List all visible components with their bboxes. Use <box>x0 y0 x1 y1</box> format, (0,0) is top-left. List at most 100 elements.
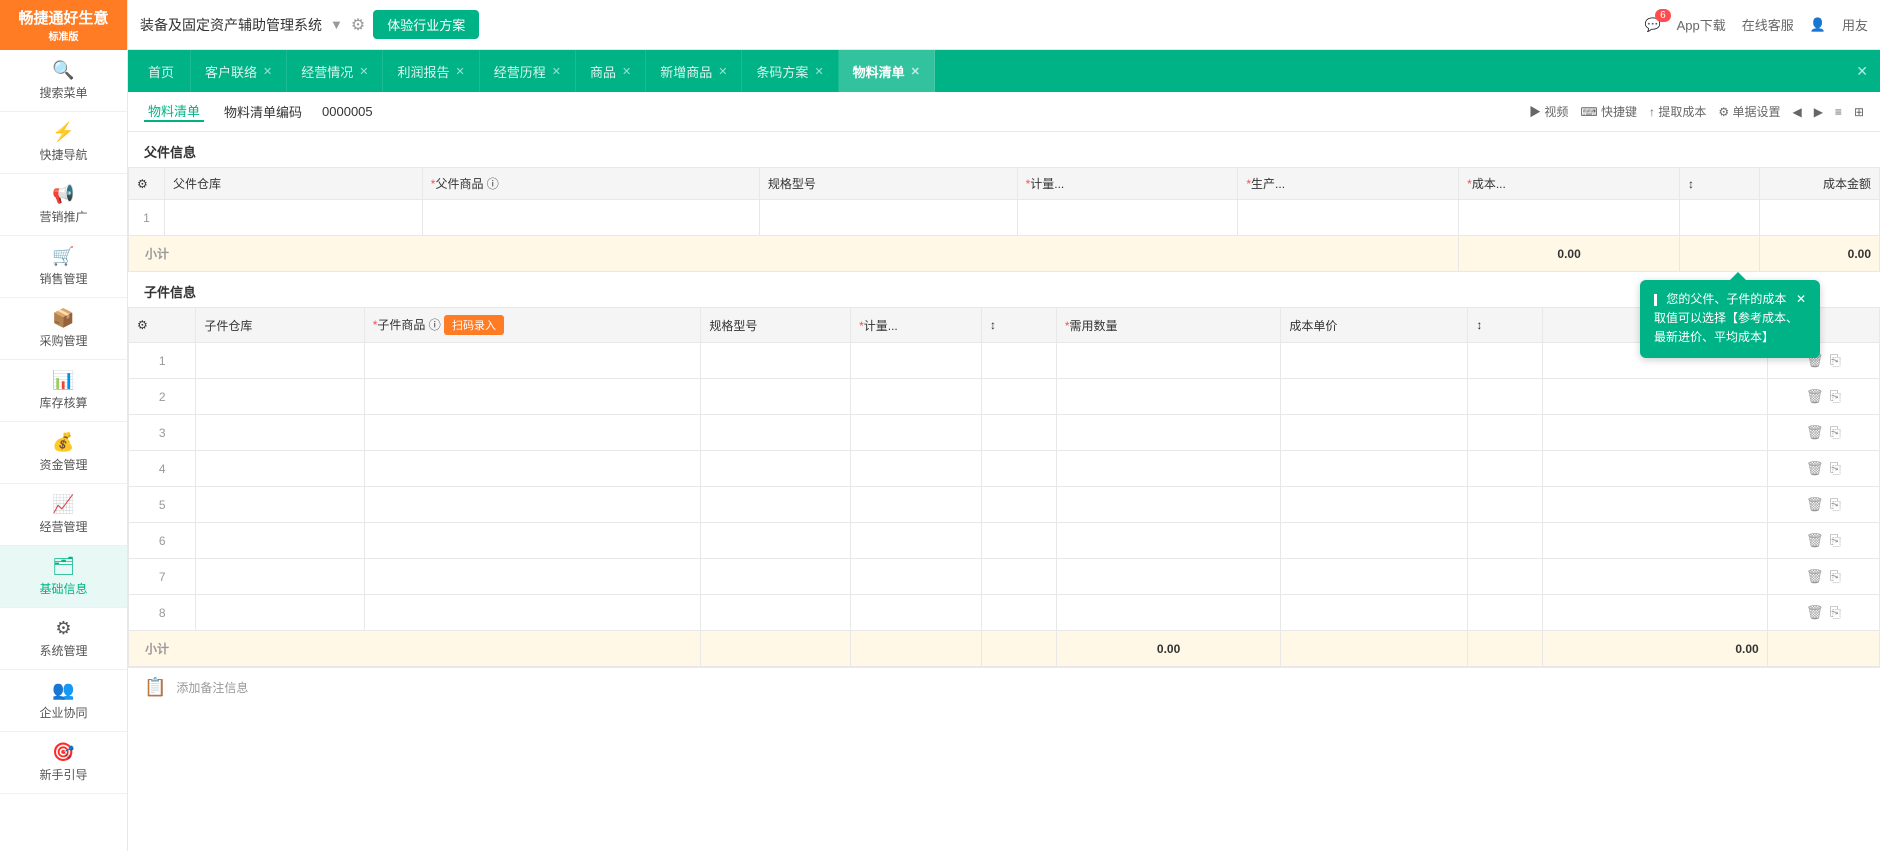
child-product-4[interactable] <box>364 451 701 487</box>
copy-icon-3[interactable]: ⎘ <box>1830 424 1841 441</box>
nav-tab-close-6[interactable]: ✕ <box>718 65 727 78</box>
delete-icon-3[interactable]: 🗑 <box>1806 424 1824 441</box>
doc-settings-action[interactable]: ⚙ 单据设置 <box>1718 103 1780 120</box>
child-warehouse-3[interactable] <box>196 415 364 451</box>
child-spec-2[interactable] <box>701 379 851 415</box>
copy-icon-1[interactable]: ⎘ <box>1830 352 1841 369</box>
parent-product-1[interactable] <box>422 200 759 236</box>
child-warehouse-2[interactable] <box>196 379 364 415</box>
copy-icon-5[interactable]: ⎘ <box>1830 496 1841 513</box>
child-unit-7[interactable] <box>851 559 982 595</box>
child-spec-7[interactable] <box>701 559 851 595</box>
video-action[interactable]: ▶ 视频 <box>1529 103 1568 120</box>
trial-button[interactable]: 体验行业方案 <box>373 10 479 39</box>
list-view-icon[interactable]: ≡ <box>1835 105 1842 119</box>
copy-icon-4[interactable]: ⎘ <box>1830 460 1841 477</box>
parent-col-settings[interactable]: ⚙ <box>129 168 165 200</box>
add-note-icon[interactable]: 📋 <box>144 677 166 698</box>
nav-tab-4[interactable]: 经营历程✕ <box>480 50 576 92</box>
nav-tab-2[interactable]: 经营情况✕ <box>287 50 383 92</box>
child-unit-price-7[interactable] <box>1281 559 1468 595</box>
sidebar-item-经营管理[interactable]: 📈经营管理 <box>0 484 127 546</box>
sidebar-item-系统管理[interactable]: ⚙系统管理 <box>0 608 127 670</box>
child-product-3[interactable] <box>364 415 701 451</box>
child-warehouse-4[interactable] <box>196 451 364 487</box>
sidebar-item-营销推广[interactable]: 📢营销推广 <box>0 174 127 236</box>
child-product-7[interactable] <box>364 559 701 595</box>
delete-icon-2[interactable]: 🗑 <box>1806 388 1824 405</box>
child-warehouse-5[interactable] <box>196 487 364 523</box>
child-spec-4[interactable] <box>701 451 851 487</box>
child-product-5[interactable] <box>364 487 701 523</box>
nav-tab-close-4[interactable]: ✕ <box>552 65 561 78</box>
grid-view-icon[interactable]: ⊞ <box>1854 105 1864 119</box>
child-unit-8[interactable] <box>851 595 982 631</box>
child-quantity-7[interactable] <box>1056 559 1280 595</box>
child-quantity-8[interactable] <box>1056 595 1280 631</box>
child-col-settings[interactable]: ⚙ <box>129 308 196 343</box>
child-quantity-3[interactable] <box>1056 415 1280 451</box>
copy-icon-6[interactable]: ⎘ <box>1830 532 1841 549</box>
nav-tab-1[interactable]: 客户联络✕ <box>191 50 287 92</box>
copy-icon-2[interactable]: ⎘ <box>1830 388 1841 405</box>
child-unit-price-2[interactable] <box>1281 379 1468 415</box>
shortcut-action[interactable]: ⌨ 快捷键 <box>1580 103 1637 120</box>
child-spec-3[interactable] <box>701 415 851 451</box>
child-unit-price-6[interactable] <box>1281 523 1468 559</box>
dropdown-icon[interactable]: ▼ <box>330 17 343 32</box>
child-spec-8[interactable] <box>701 595 851 631</box>
child-quantity-5[interactable] <box>1056 487 1280 523</box>
child-unit-price-8[interactable] <box>1281 595 1468 631</box>
child-unit-2[interactable] <box>851 379 982 415</box>
tooltip-close-btn[interactable]: ✕ <box>1796 290 1806 309</box>
child-quantity-6[interactable] <box>1056 523 1280 559</box>
delete-icon-8[interactable]: 🗑 <box>1806 604 1824 621</box>
scan-button[interactable]: 扫码录入 <box>444 315 504 335</box>
sidebar-item-资金管理[interactable]: 💰资金管理 <box>0 422 127 484</box>
nav-tab-6[interactable]: 新增商品✕ <box>646 50 742 92</box>
child-warehouse-1[interactable] <box>196 343 364 379</box>
parent-cost-1[interactable] <box>1459 200 1680 236</box>
copy-icon-8[interactable]: ⎘ <box>1830 604 1841 621</box>
sidebar-item-库存核算[interactable]: 📊库存核算 <box>0 360 127 422</box>
child-product-6[interactable] <box>364 523 701 559</box>
sidebar-item-快捷导航[interactable]: ⚡快捷导航 <box>0 112 127 174</box>
sidebar-item-企业协同[interactable]: 👥企业协同 <box>0 670 127 732</box>
parent-warehouse-1[interactable] <box>165 200 423 236</box>
next-arrow[interactable]: ▶ <box>1814 105 1823 119</box>
extract-cost-action[interactable]: ↑ 提取成本 <box>1649 103 1706 120</box>
sidebar-item-销售管理[interactable]: 🛒销售管理 <box>0 236 127 298</box>
child-warehouse-7[interactable] <box>196 559 364 595</box>
sidebar-item-采购管理[interactable]: 📦采购管理 <box>0 298 127 360</box>
child-unit-price-1[interactable] <box>1281 343 1468 379</box>
child-unit-3[interactable] <box>851 415 982 451</box>
child-warehouse-6[interactable] <box>196 523 364 559</box>
app-download-link[interactable]: App下载 <box>1677 15 1726 34</box>
child-quantity-4[interactable] <box>1056 451 1280 487</box>
child-quantity-2[interactable] <box>1056 379 1280 415</box>
nav-tab-0[interactable]: 首页 <box>132 50 191 92</box>
child-product-8[interactable] <box>364 595 701 631</box>
sidebar-item-基础信息[interactable]: 🗂基础信息 <box>0 546 127 608</box>
sidebar-item-新手引导[interactable]: 🎯新手引导 <box>0 732 127 794</box>
nav-tab-8[interactable]: 物料清单✕ <box>839 50 935 92</box>
nav-tab-close-5[interactable]: ✕ <box>622 65 631 78</box>
nav-tab-3[interactable]: 利润报告✕ <box>383 50 479 92</box>
sidebar-item-搜索菜单[interactable]: 🔍搜索菜单 <box>0 50 127 112</box>
online-service-link[interactable]: 在线客服 <box>1742 15 1794 34</box>
prev-arrow[interactable]: ◀ <box>1792 105 1801 119</box>
child-unit-4[interactable] <box>851 451 982 487</box>
parent-unit-1[interactable] <box>1017 200 1238 236</box>
child-unit-1[interactable] <box>851 343 982 379</box>
child-quantity-1[interactable] <box>1056 343 1280 379</box>
child-spec-5[interactable] <box>701 487 851 523</box>
child-warehouse-8[interactable] <box>196 595 364 631</box>
nav-tab-7[interactable]: 条码方案✕ <box>742 50 838 92</box>
child-spec-6[interactable] <box>701 523 851 559</box>
child-spec-1[interactable] <box>701 343 851 379</box>
gear-icon[interactable]: ⚙ <box>351 15 365 35</box>
copy-icon-7[interactable]: ⎘ <box>1830 568 1841 585</box>
sub-tab-bom[interactable]: 物料清单 <box>144 101 204 122</box>
close-tab-icon[interactable]: ✕ <box>1848 63 1876 80</box>
delete-icon-4[interactable]: 🗑 <box>1806 460 1824 477</box>
